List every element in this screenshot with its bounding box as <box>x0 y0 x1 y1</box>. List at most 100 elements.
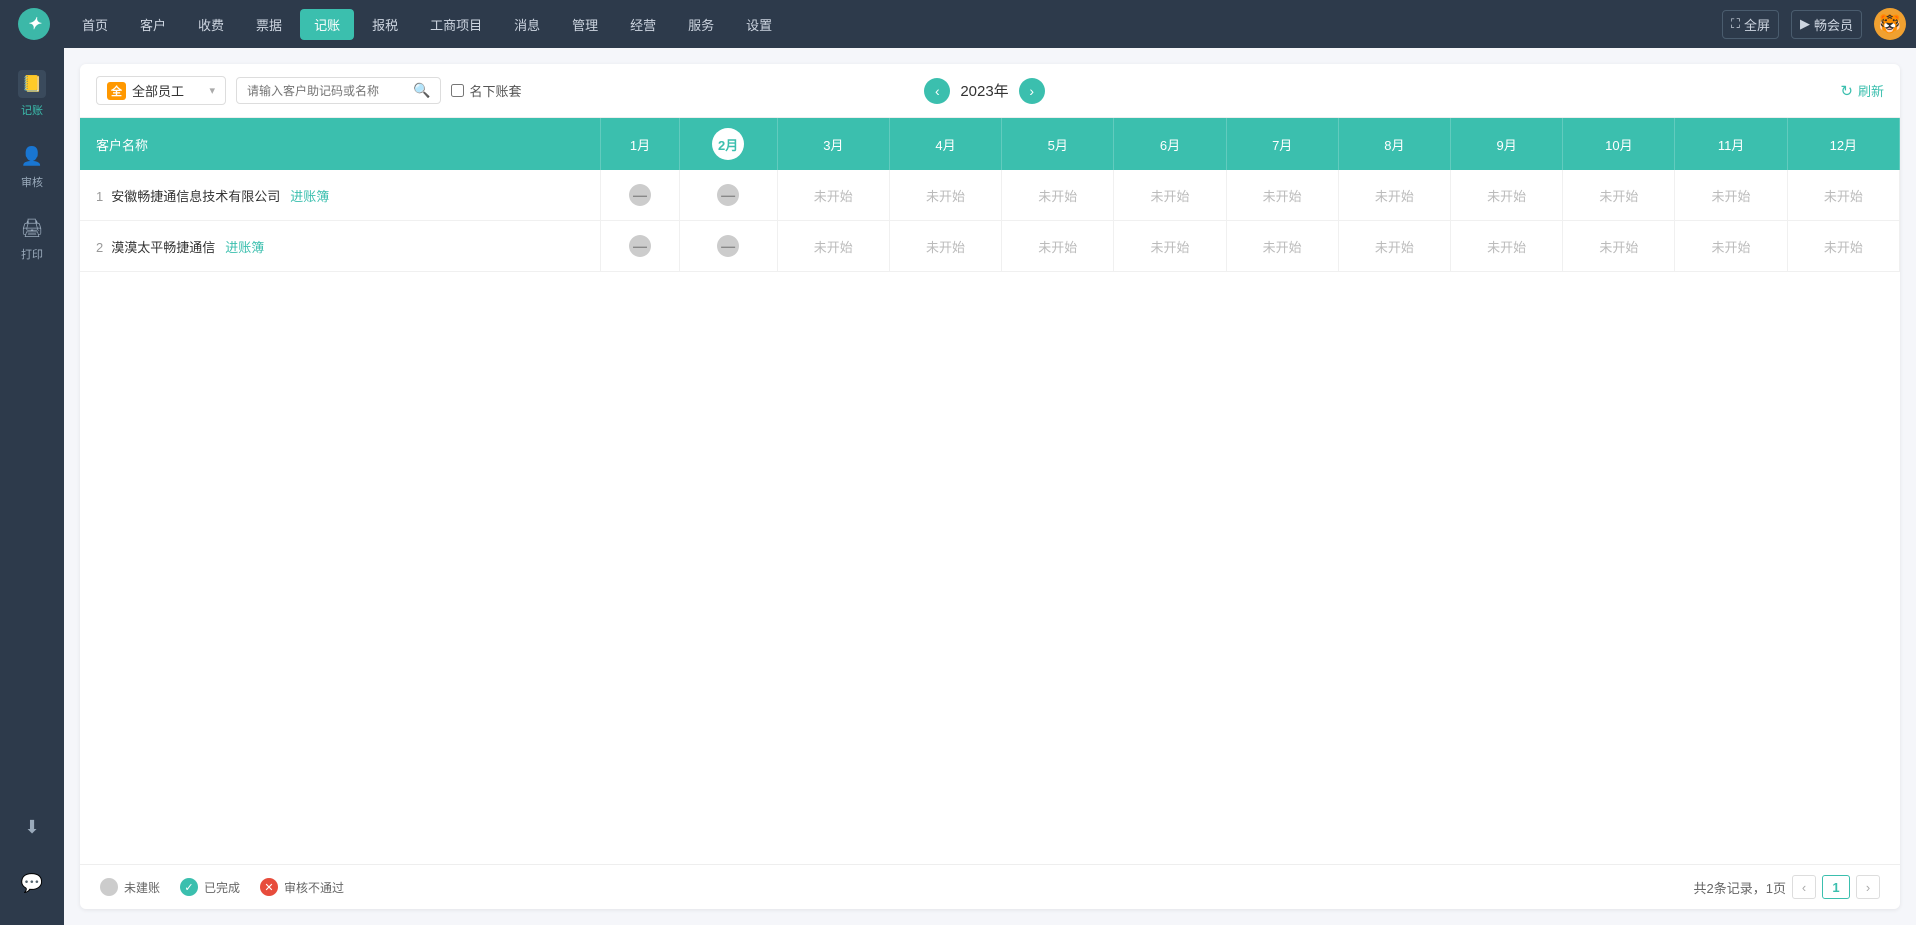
nav-item-operation[interactable]: 经营 <box>616 9 670 40</box>
not-started-label: 未开始 <box>1824 240 1863 255</box>
col-header-jul: 7月 <box>1226 118 1338 170</box>
table-wrap: 客户名称 1月 2月 3月 4月 <box>80 118 1900 864</box>
nav-item-accounting[interactable]: 记账 <box>300 9 354 40</box>
not-started-label: 未开始 <box>814 240 853 255</box>
row-name-cell: 2漠漠太平畅捷通信进账簿 <box>80 221 601 272</box>
col-header-oct: 10月 <box>1563 118 1675 170</box>
logo-icon: ✦ <box>18 8 50 40</box>
month-cell-1: — <box>601 170 679 221</box>
month-cell-8: 未开始 <box>1338 170 1450 221</box>
not-started-label: 未开始 <box>926 240 965 255</box>
legend-red-icon <box>260 878 278 896</box>
employee-select[interactable]: 全 全部员工 ▾ <box>96 76 226 105</box>
search-icon[interactable]: 🔍 <box>413 82 430 99</box>
content-card: 全 全部员工 ▾ 🔍 名下账套 ‹ 2023年 › <box>80 64 1900 909</box>
table-row: 2漠漠太平畅捷通信进账簿——未开始未开始未开始未开始未开始未开始未开始未开始未开… <box>80 221 1900 272</box>
legend-teal-icon <box>180 878 198 896</box>
table-header-row: 客户名称 1月 2月 3月 4月 <box>80 118 1900 170</box>
audit-icon: 👤 <box>18 142 46 170</box>
not-started-label: 未开始 <box>814 189 853 204</box>
refresh-label: 刷新 <box>1858 81 1884 100</box>
month-cell-9: 未开始 <box>1451 170 1563 221</box>
next-page-button[interactable]: › <box>1856 875 1880 899</box>
vip-button[interactable]: ▶ 畅会员 <box>1791 10 1862 39</box>
nav-item-ticket[interactable]: 票据 <box>242 9 296 40</box>
row-num: 2 <box>96 240 103 255</box>
pagination: 共2条记录，1页 ‹ 1 › <box>1694 875 1880 899</box>
avatar[interactable]: 🐯 <box>1874 8 1906 40</box>
nav-item-service[interactable]: 服务 <box>674 9 728 40</box>
not-started-label: 未开始 <box>1599 189 1638 204</box>
print-icon: 🖨 <box>18 214 46 242</box>
month-cell-7: 未开始 <box>1226 170 1338 221</box>
sidebar-item-accounting[interactable]: 📒 记账 <box>0 58 64 130</box>
search-input[interactable] <box>247 84 407 98</box>
nav-item-manage[interactable]: 管理 <box>558 9 612 40</box>
legend-not-built-label: 未建账 <box>124 879 160 896</box>
month-cell-12: 未开始 <box>1787 170 1899 221</box>
status-done-icon: — <box>629 235 651 257</box>
enter-ledger-link[interactable]: 进账簿 <box>290 189 329 204</box>
refresh-icon: ↻ <box>1840 82 1853 100</box>
month-cell-2: — <box>679 221 777 272</box>
refresh-button[interactable]: ↻ 刷新 <box>1840 81 1884 100</box>
col-header-name: 客户名称 <box>80 118 601 170</box>
sidebar-label-audit: 审核 <box>21 174 43 190</box>
employee-label: 全部员工 <box>132 81 203 100</box>
sidebar-bottom: ⬇ 💬 <box>12 801 52 925</box>
month-cell-7: 未开始 <box>1226 221 1338 272</box>
fullscreen-button[interactable]: ⛶ 全屏 <box>1722 10 1779 39</box>
nav-item-home[interactable]: 首页 <box>68 9 122 40</box>
month-cell-12: 未开始 <box>1787 221 1899 272</box>
nav-item-settings[interactable]: 设置 <box>732 9 786 40</box>
sidebar-item-download[interactable]: ⬇ <box>12 801 52 853</box>
not-started-label: 未开始 <box>1712 240 1751 255</box>
sidebar-item-print[interactable]: 🖨 打印 <box>0 202 64 274</box>
enter-ledger-link[interactable]: 进账簿 <box>225 240 264 255</box>
nav-item-customer[interactable]: 客户 <box>126 9 180 40</box>
month-cell-11: 未开始 <box>1675 221 1787 272</box>
sidebar-label-print: 打印 <box>21 246 43 262</box>
not-started-label: 未开始 <box>1150 189 1189 204</box>
fullscreen-label: 全屏 <box>1744 15 1770 34</box>
accounting-icon: 📒 <box>18 70 46 98</box>
sidebar-item-chat[interactable]: 💬 <box>12 857 52 909</box>
checkbox-under-account[interactable]: 名下账套 <box>451 81 521 100</box>
active-month-badge: 2月 <box>712 128 744 160</box>
nav-item-fee[interactable]: 收费 <box>184 9 238 40</box>
month-cell-5: 未开始 <box>1002 170 1114 221</box>
month-cell-10: 未开始 <box>1563 170 1675 221</box>
nav-items: 首页 客户 收费 票据 记账 报税 工商项目 消息 管理 经营 服务 设置 <box>68 9 1722 40</box>
not-started-label: 未开始 <box>926 189 965 204</box>
main-table: 客户名称 1月 2月 3月 4月 <box>80 118 1900 272</box>
prev-page-button[interactable]: ‹ <box>1792 875 1816 899</box>
legend-completed-label: 已完成 <box>204 879 240 896</box>
col-header-aug: 8月 <box>1338 118 1450 170</box>
not-started-label: 未开始 <box>1824 189 1863 204</box>
next-year-button[interactable]: › <box>1019 78 1045 104</box>
col-header-feb: 2月 <box>679 118 777 170</box>
logo[interactable]: ✦ <box>10 8 58 40</box>
col-header-may: 5月 <box>1002 118 1114 170</box>
customer-name: 安徽畅捷通信息技术有限公司 <box>111 189 280 204</box>
sidebar: 📒 记账 👤 审核 🖨 打印 ⬇ 💬 <box>0 48 64 925</box>
nav-item-tax[interactable]: 报税 <box>358 9 412 40</box>
prev-year-button[interactable]: ‹ <box>924 78 950 104</box>
not-started-label: 未开始 <box>1375 240 1414 255</box>
month-cell-9: 未开始 <box>1451 221 1563 272</box>
nav-item-message[interactable]: 消息 <box>500 9 554 40</box>
nav-right: ⛶ 全屏 ▶ 畅会员 🐯 <box>1722 8 1906 40</box>
under-account-checkbox[interactable] <box>451 84 464 97</box>
sidebar-item-audit[interactable]: 👤 审核 <box>0 130 64 202</box>
col-header-dec: 12月 <box>1787 118 1899 170</box>
current-page: 1 <box>1822 875 1850 899</box>
nav-item-business[interactable]: 工商项目 <box>416 9 496 40</box>
content-area: 全 全部员工 ▾ 🔍 名下账套 ‹ 2023年 › <box>64 48 1916 925</box>
vip-icon: ▶ <box>1800 16 1810 32</box>
total-info: 共2条记录，1页 <box>1694 878 1786 897</box>
fullscreen-icon: ⛶ <box>1731 16 1740 32</box>
col-header-jun: 6月 <box>1114 118 1226 170</box>
month-cell-8: 未开始 <box>1338 221 1450 272</box>
download-icon: ⬇ <box>18 813 46 841</box>
table-row: 1安徽畅捷通信息技术有限公司进账簿——未开始未开始未开始未开始未开始未开始未开始… <box>80 170 1900 221</box>
